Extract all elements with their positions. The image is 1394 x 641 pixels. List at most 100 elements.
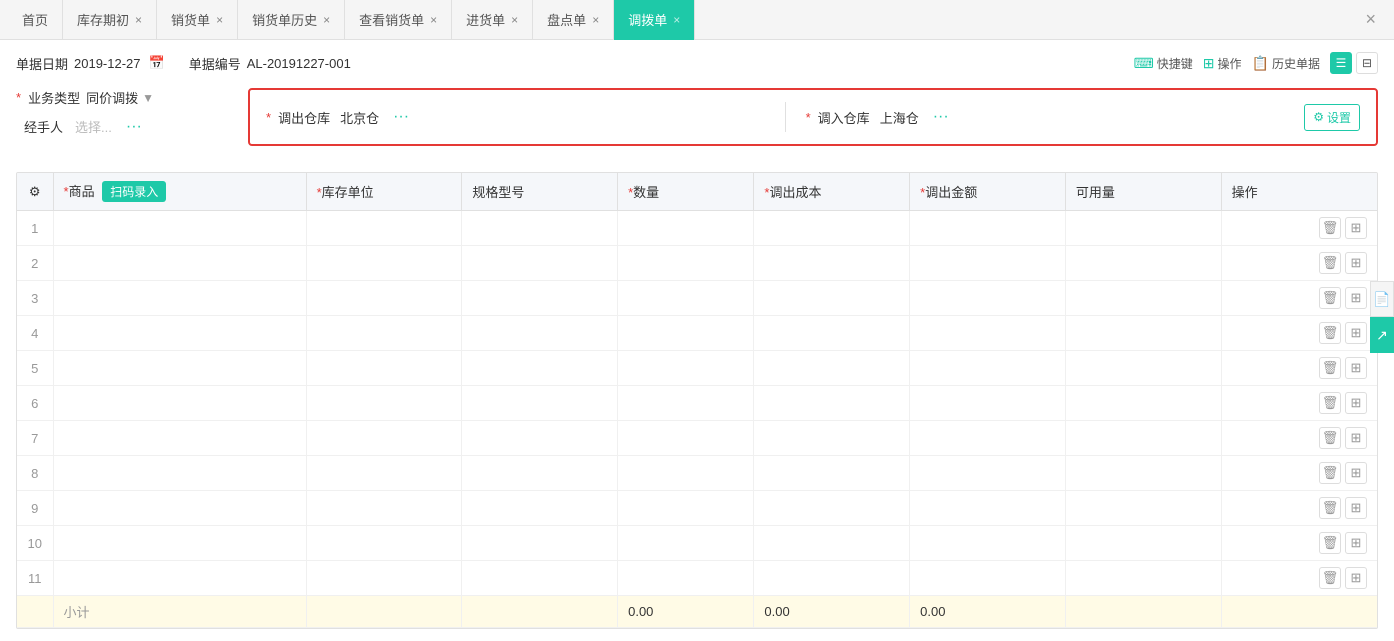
delete-row-btn[interactable]: 🗑 bbox=[1319, 462, 1341, 484]
cell-qty[interactable] bbox=[618, 526, 754, 561]
copy-row-btn[interactable]: ⊞ bbox=[1345, 287, 1367, 309]
delete-row-btn[interactable]: 🗑 bbox=[1319, 287, 1341, 309]
cell-product[interactable] bbox=[53, 281, 306, 316]
cell-spec[interactable] bbox=[462, 316, 618, 351]
cell-spec[interactable] bbox=[462, 211, 618, 246]
delete-row-btn[interactable]: 🗑 bbox=[1319, 217, 1341, 239]
cell-spec[interactable] bbox=[462, 491, 618, 526]
out-warehouse-more-btn[interactable]: ··· bbox=[393, 108, 409, 126]
cell-unit[interactable] bbox=[306, 386, 462, 421]
tab-close-all[interactable]: × bbox=[1355, 9, 1386, 30]
cell-qty[interactable] bbox=[618, 316, 754, 351]
cell-unit[interactable] bbox=[306, 351, 462, 386]
cell-amount[interactable] bbox=[910, 491, 1066, 526]
cell-spec[interactable] bbox=[462, 421, 618, 456]
delete-row-btn[interactable]: 🗑 bbox=[1319, 532, 1341, 554]
cell-spec[interactable] bbox=[462, 386, 618, 421]
tab-transfer[interactable]: 调拨单 × bbox=[614, 0, 695, 40]
copy-row-btn[interactable]: ⊞ bbox=[1345, 567, 1367, 589]
cell-spec[interactable] bbox=[462, 281, 618, 316]
settings-button[interactable]: ⚙ 设置 bbox=[1304, 104, 1360, 131]
in-warehouse-more-btn[interactable]: ··· bbox=[933, 108, 949, 126]
cell-cost[interactable] bbox=[754, 456, 910, 491]
cell-product[interactable] bbox=[53, 211, 306, 246]
cell-product[interactable] bbox=[53, 456, 306, 491]
cell-product[interactable] bbox=[53, 386, 306, 421]
copy-row-btn[interactable]: ⊞ bbox=[1345, 392, 1367, 414]
copy-row-btn[interactable]: ⊞ bbox=[1345, 427, 1367, 449]
cell-product[interactable] bbox=[53, 351, 306, 386]
cell-qty[interactable] bbox=[618, 211, 754, 246]
copy-row-btn[interactable]: ⊞ bbox=[1345, 357, 1367, 379]
handler-input[interactable]: 选择... bbox=[75, 117, 112, 136]
cell-qty[interactable] bbox=[618, 491, 754, 526]
th-settings[interactable]: ⚙ bbox=[17, 173, 53, 211]
tab-purchase[interactable]: 进货单 × bbox=[452, 0, 533, 40]
layout-btn-grid[interactable]: ⊟ bbox=[1356, 52, 1378, 74]
cell-amount[interactable] bbox=[910, 351, 1066, 386]
cell-product[interactable] bbox=[53, 246, 306, 281]
cell-unit[interactable] bbox=[306, 316, 462, 351]
tab-inventory-init[interactable]: 库存期初 × bbox=[63, 0, 157, 40]
cell-spec[interactable] bbox=[462, 526, 618, 561]
operations-action[interactable]: ⊞ 操作 bbox=[1203, 55, 1242, 72]
tab-view-sales[interactable]: 查看销货单 × bbox=[345, 0, 452, 40]
biz-type-select[interactable]: 同价调拨 ▼ bbox=[86, 88, 206, 107]
cell-amount[interactable] bbox=[910, 316, 1066, 351]
cell-qty[interactable] bbox=[618, 386, 754, 421]
cell-unit[interactable] bbox=[306, 456, 462, 491]
handler-more-btn[interactable]: ··· bbox=[126, 118, 142, 136]
cell-cost[interactable] bbox=[754, 316, 910, 351]
delete-row-btn[interactable]: 🗑 bbox=[1319, 357, 1341, 379]
tab-close-inventory-check[interactable]: × bbox=[592, 13, 599, 27]
copy-row-btn[interactable]: ⊞ bbox=[1345, 497, 1367, 519]
cell-amount[interactable] bbox=[910, 386, 1066, 421]
tab-close-transfer[interactable]: × bbox=[673, 13, 680, 27]
copy-row-btn[interactable]: ⊞ bbox=[1345, 462, 1367, 484]
copy-row-btn[interactable]: ⊞ bbox=[1345, 532, 1367, 554]
tab-inventory-check[interactable]: 盘点单 × bbox=[533, 0, 614, 40]
tab-sales-history[interactable]: 销货单历史 × bbox=[238, 0, 345, 40]
delete-row-btn[interactable]: 🗑 bbox=[1319, 322, 1341, 344]
cell-qty[interactable] bbox=[618, 281, 754, 316]
cell-spec[interactable] bbox=[462, 351, 618, 386]
cell-unit[interactable] bbox=[306, 421, 462, 456]
cell-qty[interactable] bbox=[618, 246, 754, 281]
scan-btn[interactable]: 扫码录入 bbox=[102, 181, 166, 202]
cell-cost[interactable] bbox=[754, 351, 910, 386]
cell-amount[interactable] bbox=[910, 526, 1066, 561]
tab-close-purchase[interactable]: × bbox=[511, 13, 518, 27]
cell-spec[interactable] bbox=[462, 246, 618, 281]
copy-row-btn[interactable]: ⊞ bbox=[1345, 252, 1367, 274]
cell-cost[interactable] bbox=[754, 526, 910, 561]
tab-close-view-sales[interactable]: × bbox=[430, 13, 437, 27]
cell-cost[interactable] bbox=[754, 386, 910, 421]
cell-amount[interactable] bbox=[910, 281, 1066, 316]
cell-amount[interactable] bbox=[910, 421, 1066, 456]
cell-product[interactable] bbox=[53, 491, 306, 526]
cell-cost[interactable] bbox=[754, 491, 910, 526]
cell-cost[interactable] bbox=[754, 561, 910, 596]
cell-product[interactable] bbox=[53, 561, 306, 596]
delete-row-btn[interactable]: 🗑 bbox=[1319, 567, 1341, 589]
cell-qty[interactable] bbox=[618, 456, 754, 491]
cell-unit[interactable] bbox=[306, 561, 462, 596]
cell-unit[interactable] bbox=[306, 491, 462, 526]
tab-close-inventory-init[interactable]: × bbox=[135, 13, 142, 27]
shortcut-action[interactable]: ⌨ 快捷键 bbox=[1134, 55, 1193, 72]
cell-amount[interactable] bbox=[910, 561, 1066, 596]
cell-product[interactable] bbox=[53, 316, 306, 351]
cell-cost[interactable] bbox=[754, 421, 910, 456]
history-action[interactable]: 📋 历史单据 bbox=[1252, 55, 1320, 72]
delete-row-btn[interactable]: 🗑 bbox=[1319, 392, 1341, 414]
in-warehouse-value[interactable]: 上海仓 bbox=[880, 108, 919, 127]
delete-row-btn[interactable]: 🗑 bbox=[1319, 497, 1341, 519]
delete-row-btn[interactable]: 🗑 bbox=[1319, 427, 1341, 449]
cell-qty[interactable] bbox=[618, 351, 754, 386]
cell-qty[interactable] bbox=[618, 561, 754, 596]
doc-date-value[interactable]: 2019-12-27 bbox=[74, 56, 141, 71]
copy-row-btn[interactable]: ⊞ bbox=[1345, 217, 1367, 239]
float-doc-btn[interactable]: 📄 bbox=[1370, 281, 1394, 317]
cell-unit[interactable] bbox=[306, 526, 462, 561]
cell-amount[interactable] bbox=[910, 246, 1066, 281]
